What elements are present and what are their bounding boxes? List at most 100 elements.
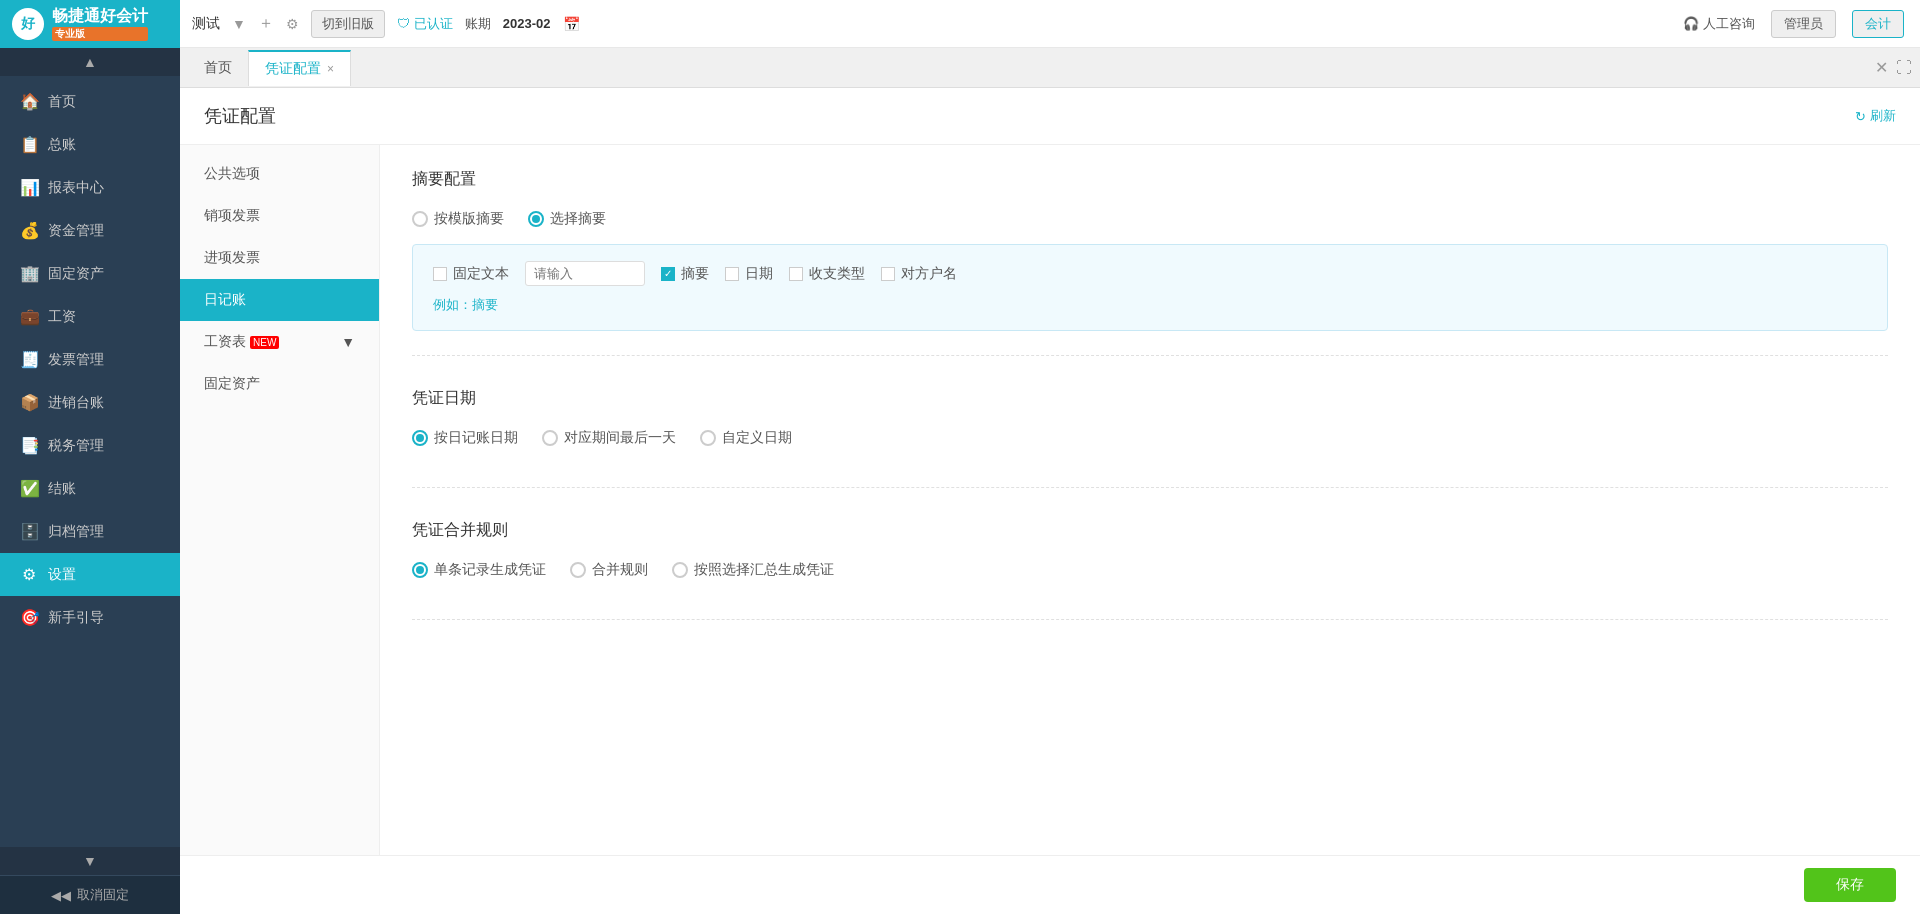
sidebar-item-label: 工资 <box>48 308 76 326</box>
left-nav-fixed-assets[interactable]: 固定资产 <box>180 363 379 405</box>
tax-icon: 📑 <box>20 436 38 455</box>
summary-checkbox[interactable]: ✓ <box>661 267 675 281</box>
sidebar-item-fund-management[interactable]: 💰 资金管理 <box>0 209 180 252</box>
sidebar-scroll-up[interactable]: ▲ <box>0 48 180 76</box>
period-last-radio[interactable] <box>542 430 558 446</box>
left-nav-sales-invoice[interactable]: 销项发票 <box>180 195 379 237</box>
sidebar-item-archive-management[interactable]: 🗄️ 归档管理 <box>0 510 180 553</box>
template-radio-circle[interactable] <box>412 211 428 227</box>
journal-date-radio[interactable] <box>412 430 428 446</box>
sidebar-item-fixed-assets[interactable]: 🏢 固定资产 <box>0 252 180 295</box>
summary-config-row: 固定文本 ✓ 摘要 日期 <box>433 261 1867 286</box>
tab-home[interactable]: 首页 <box>188 51 248 85</box>
income-expense-checkbox[interactable] <box>789 267 803 281</box>
sidebar-item-invoice-management[interactable]: 🧾 发票管理 <box>0 338 180 381</box>
logo-text: 畅捷通好会计 专业版 <box>52 6 148 40</box>
left-nav-salary-table[interactable]: 工资表NEW ▼ <box>180 321 379 363</box>
sidebar-item-label: 归档管理 <box>48 523 104 541</box>
tab-bar-actions: ✕ ⛶ <box>1875 58 1912 77</box>
accountant-button[interactable]: 会计 <box>1852 10 1904 38</box>
sidebar-item-settings[interactable]: ⚙ 设置 <box>0 553 180 596</box>
merge-option-select-summary[interactable]: 按照选择汇总生成凭证 <box>672 561 834 579</box>
calendar-icon[interactable]: 📅 <box>563 16 580 32</box>
report-icon: 📊 <box>20 178 38 197</box>
template-radio-label: 按模版摘要 <box>434 210 504 228</box>
customer-service-button[interactable]: 🎧 人工咨询 <box>1683 15 1755 33</box>
sidebar-item-label: 固定资产 <box>48 265 104 283</box>
admin-button[interactable]: 管理员 <box>1771 10 1836 38</box>
sidebar-item-label: 首页 <box>48 93 76 111</box>
window-close-icon[interactable]: ✕ <box>1875 58 1888 77</box>
switch-old-button[interactable]: 切到旧版 <box>311 10 385 38</box>
sidebar-scroll-down[interactable]: ▼ <box>0 847 180 875</box>
period-label: 账期 <box>465 15 491 33</box>
sidebar-items: 🏠 首页 📋 总账 📊 报表中心 💰 资金管理 🏢 固定资产 💼 工资 <box>0 76 180 847</box>
customer-service-label: 人工咨询 <box>1703 15 1755 33</box>
guide-icon: 🎯 <box>20 608 38 627</box>
income-expense-checkbox-item[interactable]: 收支类型 <box>789 265 865 283</box>
sidebar-item-label: 税务管理 <box>48 437 104 455</box>
sidebar-item-beginner-guide[interactable]: 🎯 新手引导 <box>0 596 180 639</box>
left-nav-purchase-invoice[interactable]: 进项发票 <box>180 237 379 279</box>
tab-close-icon[interactable]: × <box>327 62 334 76</box>
logo-area: 好 畅捷通好会计 专业版 <box>0 0 180 48</box>
save-bar: 保存 <box>180 855 1920 914</box>
date-checkbox[interactable] <box>725 267 739 281</box>
fixed-text-checkbox[interactable] <box>433 267 447 281</box>
fixed-assets-icon: 🏢 <box>20 264 38 283</box>
sidebar-item-label: 报表中心 <box>48 179 104 197</box>
home-icon: 🏠 <box>20 92 38 111</box>
date-option-period-last[interactable]: 对应期间最后一天 <box>542 429 676 447</box>
counterparty-checkbox[interactable] <box>881 267 895 281</box>
single-radio[interactable] <box>412 562 428 578</box>
date-option-custom[interactable]: 自定义日期 <box>700 429 792 447</box>
salary-icon: 💼 <box>20 307 38 326</box>
save-button[interactable]: 保存 <box>1804 868 1896 902</box>
date-checkbox-label: 日期 <box>745 265 773 283</box>
headset-icon: 🎧 <box>1683 16 1699 31</box>
summary-checkbox-label: 摘要 <box>681 265 709 283</box>
custom-date-radio[interactable] <box>700 430 716 446</box>
date-radio-group: 按日记账日期 对应期间最后一天 自定义日期 <box>412 429 1888 447</box>
fixed-text-label: 固定文本 <box>453 265 509 283</box>
fixed-text-input[interactable] <box>525 261 645 286</box>
invoice-icon: 🧾 <box>20 350 38 369</box>
summary-checkbox-item[interactable]: ✓ 摘要 <box>661 265 709 283</box>
period-last-label: 对应期间最后一天 <box>564 429 676 447</box>
date-option-journal[interactable]: 按日记账日期 <box>412 429 518 447</box>
sidebar-item-label: 结账 <box>48 480 76 498</box>
sidebar-item-ledger[interactable]: 📋 总账 <box>0 123 180 166</box>
sidebar-item-purchase-sales[interactable]: 📦 进销台账 <box>0 381 180 424</box>
sidebar-item-tax-management[interactable]: 📑 税务管理 <box>0 424 180 467</box>
sidebar-item-report-center[interactable]: 📊 报表中心 <box>0 166 180 209</box>
sidebar-item-salary[interactable]: 💼 工资 <box>0 295 180 338</box>
left-nav-journal[interactable]: 日记账 <box>180 279 379 321</box>
merge-rules-label: 合并规则 <box>592 561 648 579</box>
fund-icon: 💰 <box>20 221 38 240</box>
merge-rules-radio[interactable] <box>570 562 586 578</box>
fixed-text-checkbox-item[interactable]: 固定文本 <box>433 265 509 283</box>
date-checkbox-item[interactable]: 日期 <box>725 265 773 283</box>
window-expand-icon[interactable]: ⛶ <box>1896 59 1912 77</box>
sidebar-item-label: 进销台账 <box>48 394 104 412</box>
sidebar-item-label: 资金管理 <box>48 222 104 240</box>
cancel-fixed-button[interactable]: ◀◀ 取消固定 <box>0 875 180 914</box>
page-header: 凭证配置 ↻ 刷新 <box>180 88 1920 145</box>
select-summary-radio[interactable] <box>672 562 688 578</box>
sidebar-item-checkout[interactable]: ✅ 结账 <box>0 467 180 510</box>
settings-icon[interactable]: ⚙ <box>286 16 299 32</box>
sidebar-item-home[interactable]: 🏠 首页 <box>0 80 180 123</box>
right-content: 摘要配置 按模版摘要 选择摘要 <box>380 145 1920 855</box>
counterparty-checkbox-item[interactable]: 对方户名 <box>881 265 957 283</box>
summary-option-select[interactable]: 选择摘要 <box>528 210 606 228</box>
refresh-button[interactable]: ↻ 刷新 <box>1855 107 1896 125</box>
summary-option-template[interactable]: 按模版摘要 <box>412 210 504 228</box>
select-radio-circle[interactable] <box>528 211 544 227</box>
project-name: 测试 <box>192 15 220 33</box>
left-nav-public[interactable]: 公共选项 <box>180 153 379 195</box>
add-icon[interactable]: ＋ <box>258 13 274 34</box>
dropdown-arrow-icon[interactable]: ▼ <box>232 16 246 32</box>
tab-voucher-config[interactable]: 凭证配置 × <box>248 50 351 86</box>
merge-option-single[interactable]: 单条记录生成凭证 <box>412 561 546 579</box>
merge-option-rules[interactable]: 合并规则 <box>570 561 648 579</box>
